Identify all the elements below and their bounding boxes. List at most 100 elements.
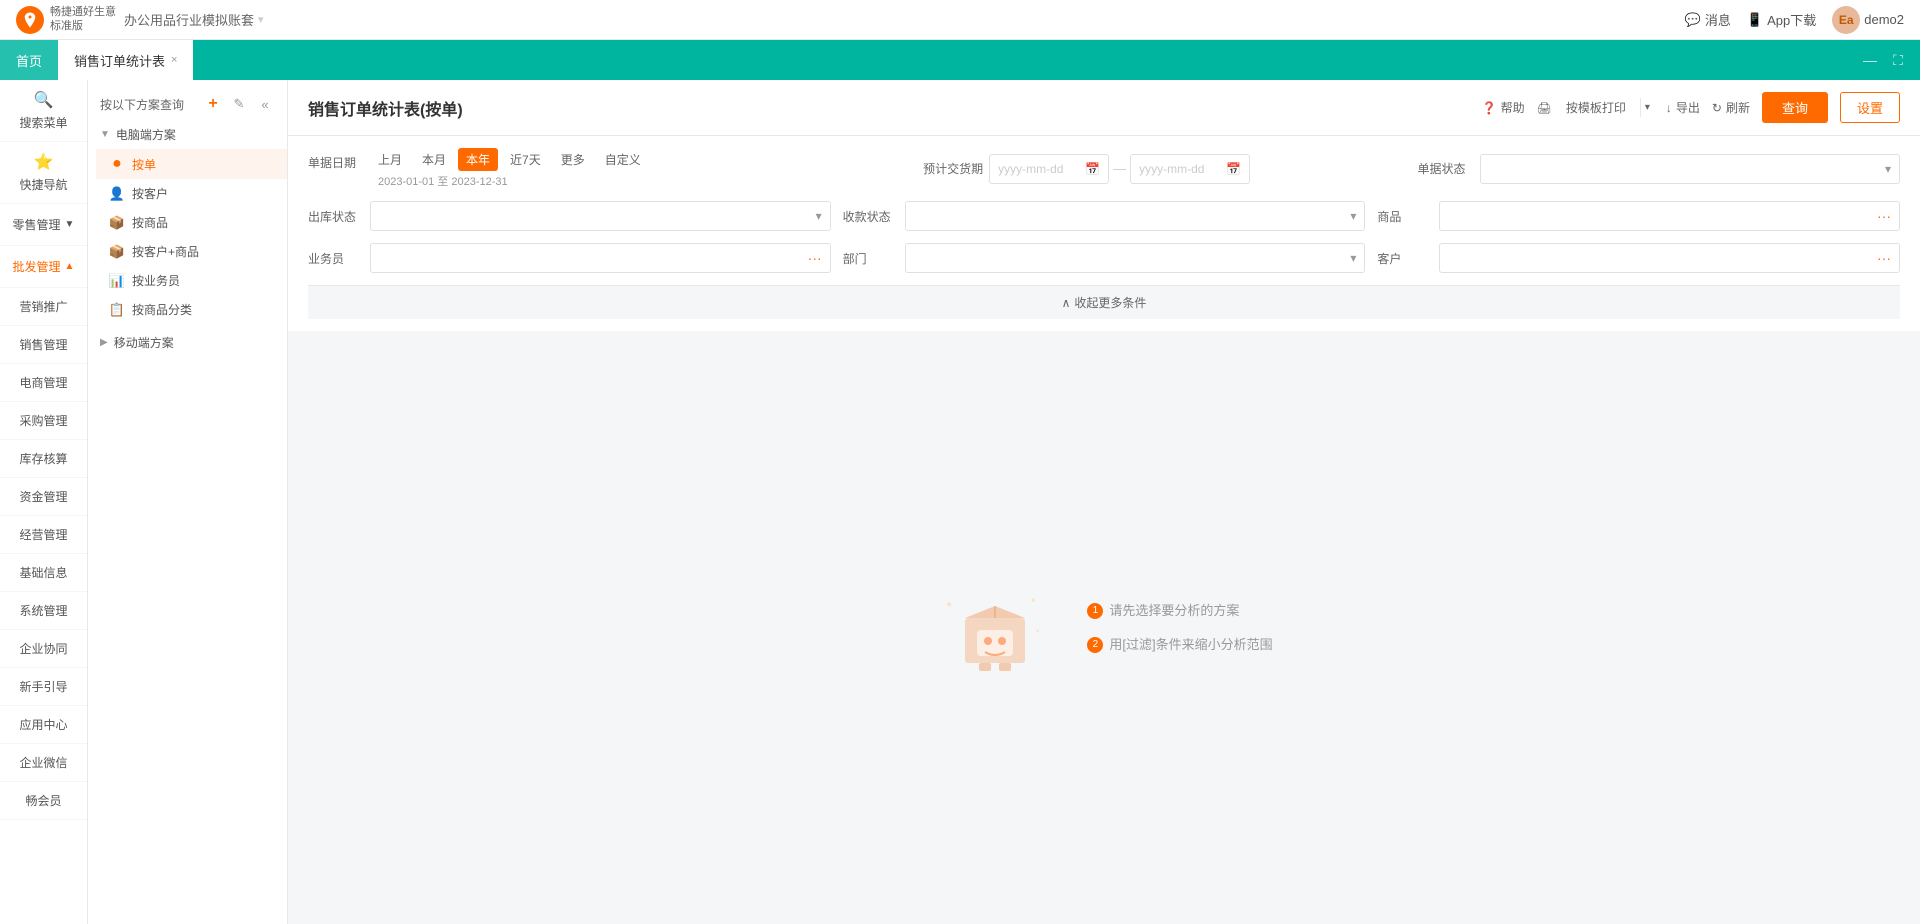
date-shortcuts: 上月 本月 本年 近7天 更多 自定义 [370,148,649,171]
sidebar-item-ecommerce[interactable]: 电商管理 [0,364,87,402]
scheme-by-category-label: 按商品分类 [132,301,192,318]
tip-text-2: 用[过滤]条件来缩小分析范围 [1109,632,1272,658]
print-dropdown-arrow-icon[interactable]: ▾ [1640,98,1654,117]
scheme-by-salesman[interactable]: 📊 按业务员 [96,266,287,295]
sidebar-item-wechat[interactable]: 企业微信 [0,744,87,782]
goods-more-icon[interactable]: ··· [1877,208,1891,224]
scheme-by-goods[interactable]: 📦 按商品 [96,208,287,237]
sidebar-item-marketing[interactable]: 营销推广 [0,288,87,326]
mobile-scheme-group[interactable]: ▶ 移动端方案 [88,328,287,357]
customer-select[interactable]: ··· [1439,243,1900,273]
tip-num-2: 2 [1087,637,1103,653]
sidebar-item-basics-label: 基础信息 [19,564,67,581]
date-custom[interactable]: 自定义 [597,148,649,171]
sidebar-item-guide-label: 新手引导 [19,678,67,695]
pc-scheme-group[interactable]: ▼ 电脑端方案 [88,120,287,149]
sidebar-item-finance-label: 资金管理 [19,488,67,505]
sidebar-item-member[interactable]: 畅会员 [0,782,87,820]
sidebar-item-inventory[interactable]: 库存核算 [0,440,87,478]
svg-text:✦: ✦ [1030,596,1037,605]
out-status-select[interactable] [370,201,831,231]
minimize-icon[interactable]: — [1860,50,1880,70]
nav-tab-actions: — ⛶ [1848,50,1920,70]
scheme-by-customer[interactable]: 👤 按客户 [96,179,287,208]
sidebar-item-guide[interactable]: 新手引导 [0,668,87,706]
sidebar-item-basics[interactable]: 基础信息 [0,554,87,592]
doc-status-label: 单据状态 [1418,160,1474,177]
refresh-button[interactable]: ↻ 刷新 [1712,99,1750,116]
sidebar-item-member-label: 畅会员 [25,792,61,809]
calendar-end-icon: 📅 [1226,162,1241,176]
logo-icon [16,6,44,34]
tab-home-label: 首页 [16,51,42,70]
add-scheme-button[interactable]: + [203,94,223,114]
date-more[interactable]: 更多 [553,148,593,171]
out-status-filter: 出库状态 [308,201,831,231]
expected-date-label: 预计交货期 [923,160,983,177]
salesman-icon: 📊 [108,273,126,289]
customer-icon: 👤 [108,186,126,202]
app-download-button[interactable]: 📱 App下载 [1747,10,1816,29]
scheme-by-category[interactable]: 📋 按商品分类 [96,295,287,324]
edit-scheme-button[interactable]: ✎ [229,94,249,114]
pc-group-label: 电脑端方案 [116,126,176,143]
settings-button[interactable]: 设置 [1840,92,1900,123]
content-area: 按以下方案查询 + ✎ « ▼ 电脑端方案 ● 按单 👤 [88,80,1920,924]
sidebar-item-apps-label: 应用中心 [19,716,67,733]
tab-close-icon[interactable]: × [171,54,177,66]
date-this-month[interactable]: 本月 [414,148,454,171]
date-separator: — [1113,161,1126,176]
sidebar-item-finance[interactable]: 资金管理 [0,478,87,516]
sidebar-item-sales-label: 销售管理 [19,336,67,353]
salesman-filter: 业务员 ··· [308,243,831,273]
expected-date-end[interactable]: yyyy-mm-dd 📅 [1130,154,1250,184]
customer-more-icon[interactable]: ··· [1877,250,1891,266]
refresh-icon: ↻ [1712,101,1722,115]
sidebar-item-sales[interactable]: 销售管理 [0,326,87,364]
message-button[interactable]: 💬 消息 [1685,10,1731,29]
salesman-select[interactable]: ··· [370,243,831,273]
sidebar-item-cooperation[interactable]: 企业协同 [0,630,87,668]
expected-date-start[interactable]: yyyy-mm-dd 📅 [989,154,1109,184]
goods-select[interactable]: ··· [1439,201,1900,231]
sidebar-item-operations[interactable]: 经营管理 [0,516,87,554]
date-current-year[interactable]: 本年 [458,148,498,171]
date-last7[interactable]: 近7天 [502,148,549,171]
sidebar-item-retail[interactable]: 零售管理 ▼ [0,204,87,246]
query-button[interactable]: 查询 [1762,92,1828,123]
doc-status-select[interactable] [1480,154,1900,184]
collapse-more-conditions[interactable]: ∧ 收起更多条件 [308,285,1900,319]
scheme-by-order[interactable]: ● 按单 [96,149,287,179]
print-button[interactable]: 🖨 按模板打印 ▾ [1537,95,1654,120]
sidebar-item-retail-label: 零售管理 [13,216,61,233]
sidebar-item-search[interactable]: 🔍 搜索菜单 [0,80,87,142]
date-last-month[interactable]: 上月 [370,148,410,171]
app-icon: 📱 [1747,12,1763,28]
tab-home[interactable]: 首页 [0,40,58,80]
breadcrumb[interactable]: 办公用品行业模拟账套 ▾ [124,10,264,29]
collapse-label: 收起更多条件 [1074,294,1146,311]
sidebar-item-system[interactable]: 系统管理 [0,592,87,630]
page-actions: ❓ 帮助 🖨 按模板打印 ▾ ↓ 导出 ↻ [1482,92,1900,123]
sidebar-item-wholesale[interactable]: 批发管理 ▲ [0,246,87,288]
avatar: Ea [1832,6,1860,34]
collapse-panel-button[interactable]: « [255,94,275,114]
top-bar-right: 💬 消息 📱 App下载 Ea demo2 [1685,6,1904,34]
page-title-row: 销售订单统计表(按单) ❓ 帮助 🖨 按模板打印 ▾ ↓ [308,92,1900,123]
date-label: 单据日期 [308,154,364,171]
dept-select[interactable] [905,243,1366,273]
export-button[interactable]: ↓ 导出 [1666,99,1700,116]
sidebar-item-quick-nav[interactable]: ⭐ 快捷导航 [0,142,87,204]
receive-status-select[interactable] [905,201,1366,231]
tab-sales-order-stats[interactable]: 销售订单统计表 × [58,40,193,80]
breadcrumb-text: 办公用品行业模拟账套 [124,10,254,29]
maximize-icon[interactable]: ⛶ [1888,50,1908,70]
scheme-by-customer-goods[interactable]: 📦 按客户+商品 [96,237,287,266]
salesman-more-icon[interactable]: ··· [808,250,822,266]
user-menu[interactable]: Ea demo2 [1832,6,1904,34]
help-button[interactable]: ❓ 帮助 [1482,99,1525,116]
sidebar-item-apps[interactable]: 应用中心 [0,706,87,744]
sidebar-item-purchase[interactable]: 采购管理 [0,402,87,440]
filter-row-2: 出库状态 收款状态 商品 [308,201,1900,231]
sidebar-item-quick-nav-label: 快捷导航 [19,176,67,193]
